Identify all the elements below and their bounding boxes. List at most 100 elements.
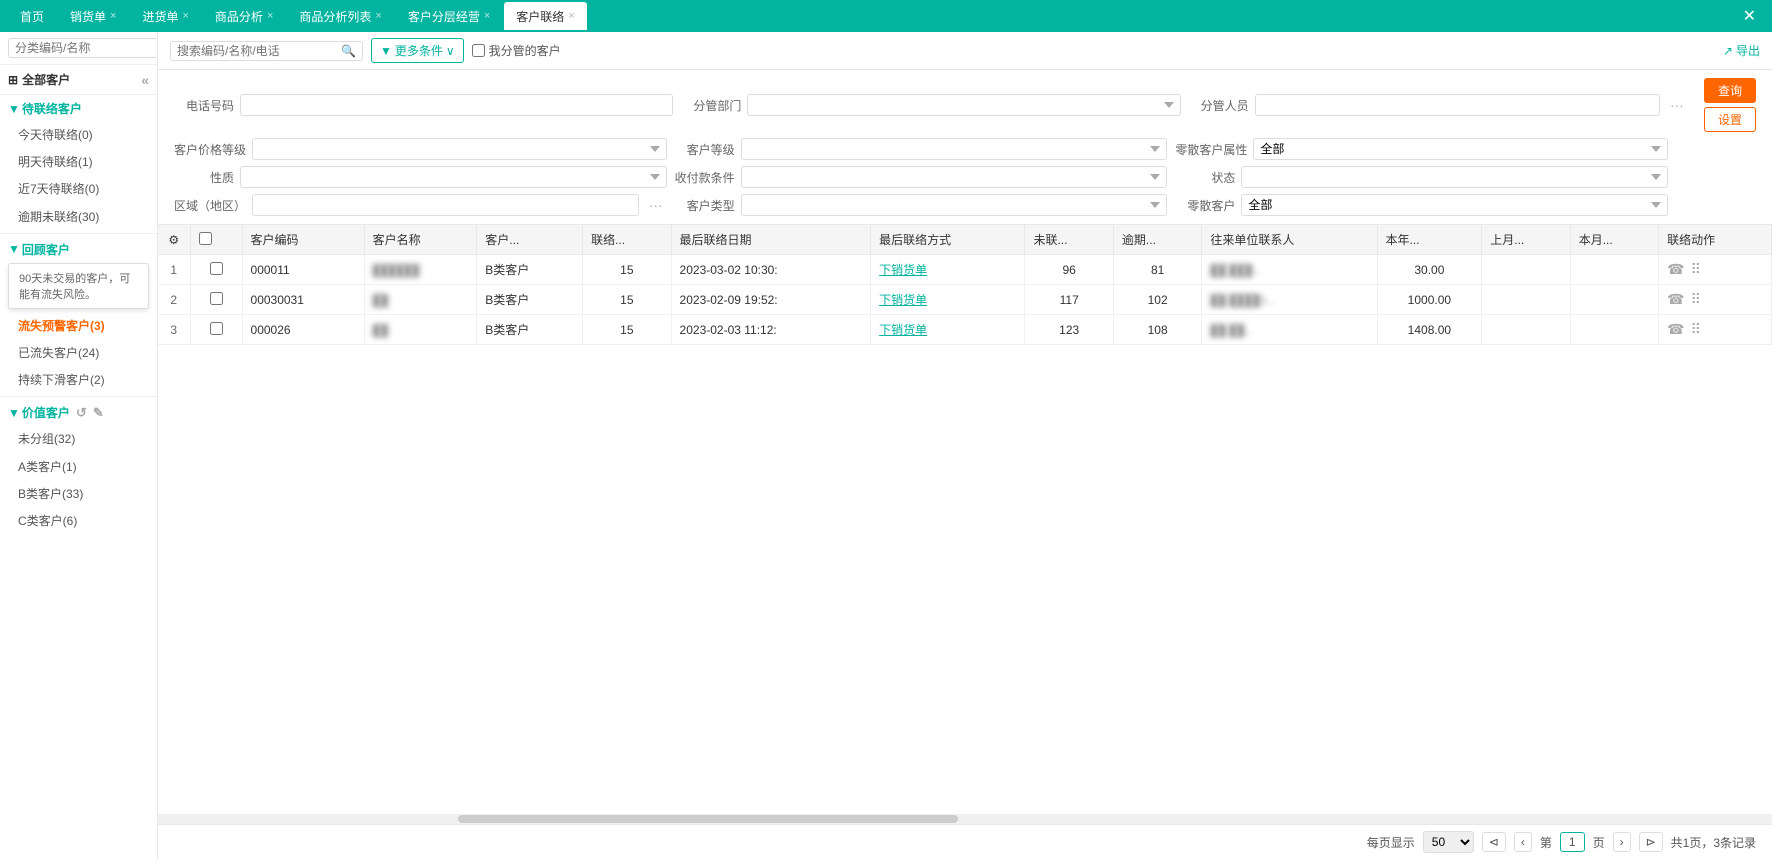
col-code[interactable]: 客户编码 [242, 225, 364, 255]
tab-product-analysis[interactable]: 商品分析 × [203, 2, 285, 30]
col-last-method[interactable]: 最后联络方式 [871, 225, 1025, 255]
collapse-icon[interactable]: « [141, 72, 149, 88]
filter-region: 区域（地区） ··· [174, 194, 667, 216]
region-input[interactable] [252, 194, 639, 216]
row-code: 000011 [242, 255, 364, 285]
person-input[interactable] [1255, 94, 1660, 116]
next-page-btn[interactable]: › [1613, 832, 1631, 852]
more-actions-icon[interactable]: ⠿ [1691, 291, 1701, 308]
sidebar-item-ungrouped[interactable]: 未分组(32) [0, 426, 157, 453]
row-last-method[interactable]: 下销货单 [871, 315, 1025, 345]
sidebar-item-today[interactable]: 今天待联络(0) [0, 122, 157, 149]
customer-type-select[interactable] [741, 194, 1168, 216]
per-page-select[interactable]: 50 100 200 [1423, 831, 1474, 853]
edit-icon[interactable]: ✎ [93, 405, 104, 421]
price-tier-select[interactable] [252, 138, 667, 160]
filter-row-4: 区域（地区） ··· 客户类型 零散客户 全部 [174, 194, 1756, 216]
tab-product-list[interactable]: 商品分析列表 × [287, 2, 393, 30]
retail-customer-select[interactable]: 全部 [1241, 194, 1668, 216]
payment-select[interactable] [741, 166, 1168, 188]
row-checkbox[interactable] [190, 315, 242, 345]
sidebar-search-input[interactable] [8, 38, 158, 58]
close-icon[interactable]: × [568, 10, 574, 22]
row-checkbox[interactable] [190, 255, 242, 285]
tab-customer-contact[interactable]: 客户联络 × [504, 2, 586, 30]
last-page-btn[interactable]: ⊳ [1639, 832, 1663, 852]
sidebar-item-overdue[interactable]: 逾期未联络(30) [0, 204, 157, 231]
col-last-date[interactable]: 最后联络日期 [671, 225, 871, 255]
query-button[interactable]: 查询 [1704, 78, 1756, 103]
settings-button[interactable]: 设置 [1704, 107, 1756, 132]
select-all-checkbox[interactable] [199, 232, 212, 245]
col-actions: 联络动作 [1659, 225, 1772, 255]
phone-input[interactable] [240, 94, 673, 116]
more-conditions-btn[interactable]: ▼ 更多条件 ∨ [371, 38, 464, 63]
scrollbar-thumb[interactable] [458, 815, 958, 823]
row-actions: ☎ ⠿ [1659, 315, 1772, 345]
sidebar-item-declining[interactable]: 持续下滑客户(2) [0, 367, 157, 394]
col-current-month[interactable]: 本月... [1570, 225, 1658, 255]
row-last-date: 2023-02-09 19:52: [671, 285, 871, 315]
col-name[interactable]: 客户名称 [364, 225, 477, 255]
close-icon[interactable]: × [110, 10, 116, 22]
col-checkbox [190, 225, 242, 255]
sidebar-section-review[interactable]: ▼ 回顾客户 [0, 236, 157, 263]
retail-attr-select[interactable]: 全部 [1253, 138, 1668, 160]
row-checkbox[interactable] [190, 285, 242, 315]
status-select[interactable] [1241, 166, 1668, 188]
close-icon[interactable]: × [375, 10, 381, 22]
dept-select[interactable] [747, 94, 1180, 116]
prev-page-btn[interactable]: ‹ [1514, 832, 1532, 852]
person-more-icon[interactable]: ··· [1666, 97, 1688, 113]
col-contact-person[interactable]: 往来单位联系人 [1202, 225, 1377, 255]
col-contact-count[interactable]: 联络... [583, 225, 671, 255]
close-icon[interactable]: × [182, 10, 188, 22]
close-icon[interactable]: × [267, 10, 273, 22]
contact-icon[interactable]: ☎ [1667, 291, 1684, 308]
tab-customer-tier[interactable]: 客户分层经营 × [396, 2, 502, 30]
sidebar-item-c-customers[interactable]: C类客户(6) [0, 508, 157, 535]
tab-sales[interactable]: 销货单 × [58, 2, 128, 30]
settings-icon[interactable]: ⚙ [168, 233, 179, 247]
sidebar-item-churned[interactable]: 已流失客户(24) [0, 340, 157, 367]
nature-select[interactable] [240, 166, 667, 188]
col-settings[interactable]: ⚙ [158, 225, 190, 255]
sidebar-all-customers[interactable]: ⊞ 全部客户 « [0, 65, 157, 95]
filter-customer-level: 客户等级 [675, 138, 1168, 160]
row-uncontacted: 96 [1025, 255, 1113, 285]
table-wrap: ⚙ 客户编码 客户名称 客户... 联络... 最后联络日期 最后联络方式 未联… [158, 225, 1772, 814]
col-last-month[interactable]: 上月... [1482, 225, 1570, 255]
sidebar-item-b-customers[interactable]: B类客户(33) [0, 481, 157, 508]
sidebar-section-pending[interactable]: ▼ 待联络客户 [0, 95, 157, 122]
window-close-icon[interactable]: ✕ [1735, 6, 1764, 26]
col-uncontacted[interactable]: 未联... [1025, 225, 1113, 255]
contact-icon[interactable]: ☎ [1667, 261, 1684, 278]
customer-level-select[interactable] [741, 138, 1168, 160]
col-overdue[interactable]: 逾期... [1113, 225, 1201, 255]
sidebar-item-a-customers[interactable]: A类客户(1) [0, 454, 157, 481]
sidebar-item-tomorrow[interactable]: 明天待联络(1) [0, 149, 157, 176]
region-more-icon[interactable]: ··· [645, 197, 667, 213]
more-actions-icon[interactable]: ⠿ [1691, 321, 1701, 338]
first-page-btn[interactable]: ⊲ [1482, 832, 1506, 852]
tab-home[interactable]: 首页 [8, 2, 56, 30]
more-actions-icon[interactable]: ⠿ [1691, 261, 1701, 278]
refresh-icon[interactable]: ↺ [76, 405, 87, 421]
my-customers-checkbox-label[interactable]: 我分管的客户 [472, 42, 561, 59]
search-input[interactable] [177, 44, 337, 58]
sidebar-item-7days[interactable]: 近7天待联络(0) [0, 176, 157, 203]
row-last-method[interactable]: 下销货单 [871, 285, 1025, 315]
export-btn[interactable]: ↗ 导出 [1723, 42, 1760, 59]
row-last-method[interactable]: 下销货单 [871, 255, 1025, 285]
col-current-year[interactable]: 本年... [1377, 225, 1482, 255]
sidebar-section-value[interactable]: ▼ 价值客户 ↺ ✎ [0, 399, 157, 426]
close-icon[interactable]: × [484, 10, 490, 22]
tab-purchase[interactable]: 进货单 × [130, 2, 200, 30]
sidebar-item-churn-warning[interactable]: 流失预警客户(3) [0, 313, 157, 340]
horizontal-scrollbar[interactable] [158, 814, 1772, 824]
row-overdue: 108 [1113, 315, 1201, 345]
col-type[interactable]: 客户... [477, 225, 583, 255]
contact-icon[interactable]: ☎ [1667, 321, 1684, 338]
phone-label: 电话号码 [174, 97, 234, 114]
my-customers-checkbox[interactable] [472, 44, 485, 57]
